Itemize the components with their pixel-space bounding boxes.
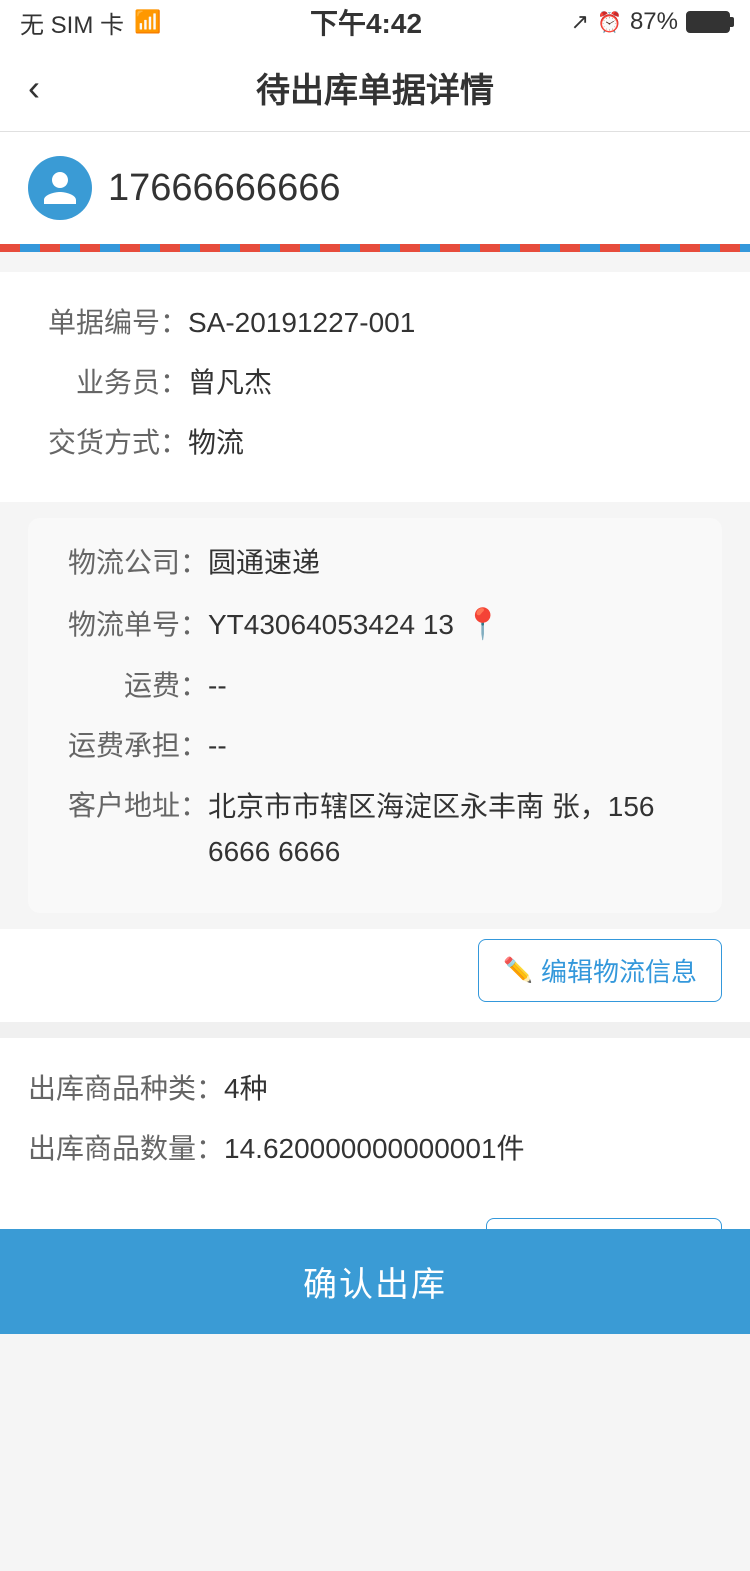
back-button[interactable]: ‹ (28, 67, 40, 109)
address-row: 客户地址： 北京市市辖区海淀区永丰南 张，156 6666 6666 (48, 785, 702, 875)
dashed-divider (0, 244, 750, 252)
avatar (28, 156, 92, 220)
goods-section: 出库商品种类： 4种 出库商品数量： 14.620000000000001件 (0, 1038, 750, 1208)
freight-bear-row: 运费承担： -- (48, 725, 702, 767)
order-no-value: SA-20191227-001 (188, 302, 722, 344)
goods-types-label: 出库商品种类： (28, 1068, 224, 1110)
confirm-btn-container: 确认出库 (0, 1229, 750, 1334)
order-info-section: 单据编号： SA-20191227-001 业务员： 曾凡杰 交货方式： 物流 (0, 272, 750, 502)
logistics-company-label: 物流公司： (48, 542, 208, 584)
logistics-company-row: 物流公司： 圆通速递 (48, 542, 702, 584)
goods-quantity-label: 出库商品数量： (28, 1128, 224, 1170)
confirm-outbound-button[interactable]: 确认出库 (0, 1257, 750, 1306)
status-left: 无 SIM 卡 📶 (20, 5, 161, 40)
salesman-value: 曾凡杰 (188, 362, 722, 404)
logistics-card: 物流公司： 圆通速递 物流单号： YT43064053424 13 📍 运费： … (28, 518, 722, 913)
edit-logistics-button[interactable]: ✏️ 编辑物流信息 (478, 939, 722, 1002)
user-icon (40, 168, 80, 208)
freight-label: 运费： (48, 665, 208, 707)
goods-quantity-row: 出库商品数量： 14.620000000000001件 (28, 1128, 722, 1170)
battery-icon (686, 11, 730, 33)
goods-quantity-value: 14.620000000000001件 (224, 1128, 722, 1170)
status-bar: 无 SIM 卡 📶 下午4:42 ↗ ⏰ 87% (0, 0, 750, 44)
order-no-row: 单据编号： SA-20191227-001 (28, 302, 722, 344)
wifi-icon: 📶 (134, 9, 161, 35)
delivery-label: 交货方式： (28, 422, 188, 464)
freight-value: -- (208, 665, 702, 707)
tracking-value: YT43064053424 13 📍 (208, 602, 702, 647)
goods-types-value: 4种 (224, 1068, 722, 1110)
order-no-label: 单据编号： (28, 302, 188, 344)
alarm-icon: ⏰ (597, 10, 622, 35)
address-value: 北京市市辖区海淀区永丰南 张，156 6666 6666 (208, 785, 702, 875)
status-time: 下午4:42 (310, 2, 422, 42)
address-label: 客户地址： (48, 785, 208, 827)
customer-section: 17666666666 (0, 132, 750, 244)
salesman-label: 业务员： (28, 362, 188, 404)
edit-btn-container: ✏️ 编辑物流信息 (0, 929, 750, 1022)
section-divider (0, 1022, 750, 1038)
status-right: ↗ ⏰ 87% (571, 8, 730, 36)
carrier-text: 无 SIM 卡 (20, 5, 124, 40)
nav-bar: ‹ 待出库单据详情 (0, 44, 750, 132)
salesman-row: 业务员： 曾凡杰 (28, 362, 722, 404)
delivery-row: 交货方式： 物流 (28, 422, 722, 464)
edit-icon: ✏️ (503, 956, 533, 985)
goods-types-row: 出库商品种类： 4种 (28, 1068, 722, 1110)
tracking-row: 物流单号： YT43064053424 13 📍 (48, 602, 702, 647)
freight-bear-label: 运费承担： (48, 725, 208, 767)
freight-row: 运费： -- (48, 665, 702, 707)
page-title: 待出库单据详情 (256, 63, 494, 112)
location-status-icon: ↗ (571, 9, 589, 35)
battery-percent: 87% (630, 8, 678, 36)
tracking-label: 物流单号： (48, 604, 208, 646)
bottom-spacer (0, 1311, 750, 1471)
delivery-value: 物流 (188, 422, 722, 464)
logistics-company-value: 圆通速递 (208, 542, 702, 584)
customer-phone: 17666666666 (108, 167, 340, 210)
tracking-location-icon[interactable]: 📍 (464, 602, 501, 647)
freight-bear-value: -- (208, 725, 702, 767)
